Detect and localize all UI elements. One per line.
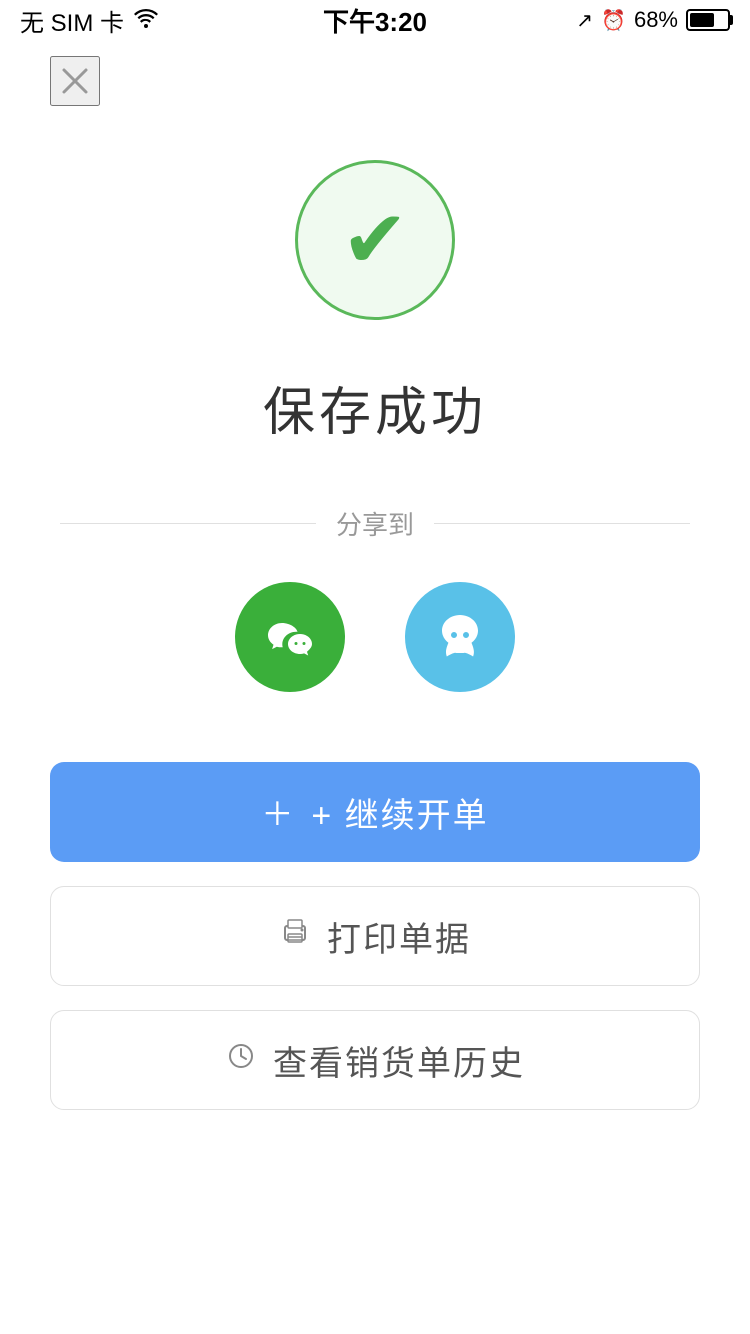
print-receipt-button[interactable]: 打印单据	[50, 886, 700, 986]
print-receipt-label: 打印单据	[327, 912, 471, 961]
action-buttons-section: ＋ + 继续开单 打印单据	[0, 762, 750, 1110]
close-button[interactable]	[50, 56, 100, 106]
battery-text: 68%	[634, 7, 678, 33]
share-icons-row	[235, 582, 515, 692]
qq-share-button[interactable]	[405, 582, 515, 692]
success-title: 保存成功	[263, 370, 487, 445]
share-label: 分享到	[316, 505, 434, 542]
status-time: 下午3:20	[323, 2, 427, 39]
share-divider: 分享到	[0, 505, 750, 542]
alarm-icon: ⏰	[601, 8, 626, 33]
status-left: 无 SIM 卡	[20, 3, 160, 38]
location-icon: ↗	[576, 8, 593, 33]
continue-order-label: + 继续开单	[311, 788, 488, 837]
history-icon	[225, 1040, 257, 1080]
wifi-icon	[132, 6, 160, 35]
status-bar: 无 SIM 卡 下午3:20 ↗ ⏰ 68%	[0, 0, 750, 40]
status-right: ↗ ⏰ 68%	[576, 7, 730, 33]
main-content: ✔ 保存成功 分享到 ＋ + 继续开单	[0, 40, 750, 1110]
check-icon: ✔	[341, 200, 408, 280]
plus-icon: ＋	[261, 789, 295, 835]
success-circle: ✔	[295, 160, 455, 320]
divider-left	[60, 523, 316, 524]
battery-indicator	[686, 9, 730, 31]
view-history-button[interactable]: 查看销货单历史	[50, 1010, 700, 1110]
continue-order-button[interactable]: ＋ + 继续开单	[50, 762, 700, 862]
divider-right	[434, 523, 690, 524]
wechat-share-button[interactable]	[235, 582, 345, 692]
sim-text: 无 SIM 卡	[20, 3, 124, 38]
view-history-label: 查看销货单历史	[273, 1036, 525, 1085]
printer-icon	[279, 916, 311, 956]
